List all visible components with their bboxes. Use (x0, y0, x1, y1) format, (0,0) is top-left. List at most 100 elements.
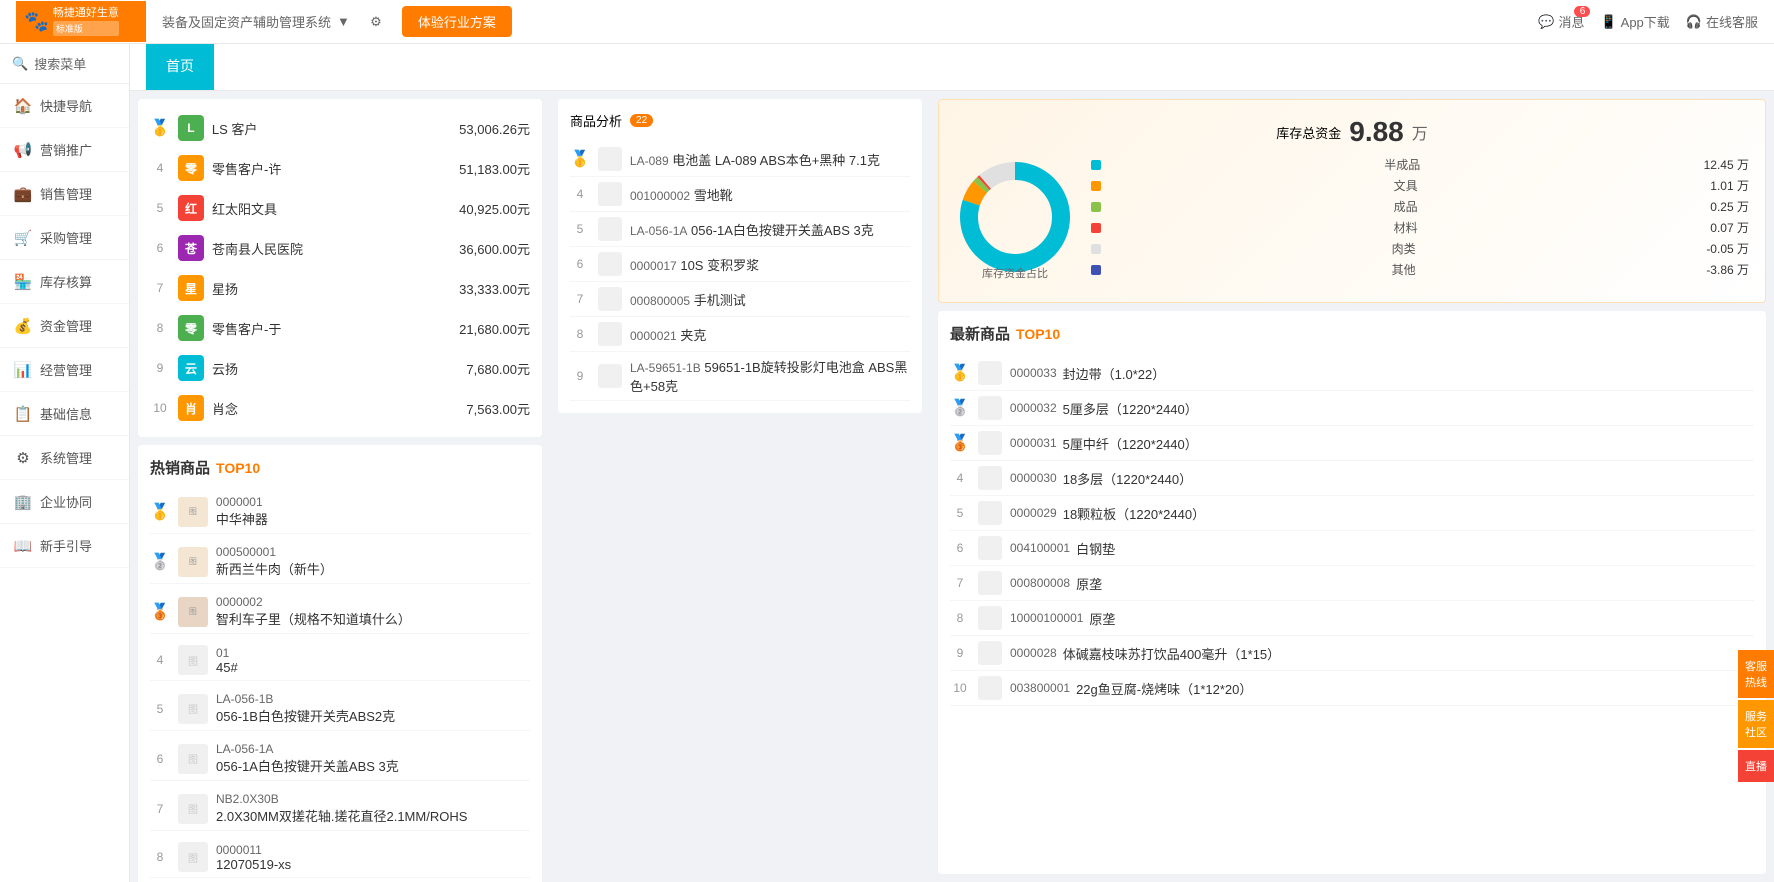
inventory-total-header: 库存总资金 9.88 万 (955, 116, 1749, 148)
legend-dot (1091, 181, 1101, 191)
inventory-item-info: 0000021 夹克 (630, 325, 910, 344)
sidebar-item-basic-info[interactable]: 📋 基础信息 (0, 392, 129, 436)
inventory-code: 0000021 (630, 329, 677, 343)
product-image: 图 (178, 597, 208, 627)
sidebar-item-guide[interactable]: 📖 新手引导 (0, 524, 129, 568)
product-item: 🥇 图 0000001 中华神器 (150, 490, 530, 534)
live-button[interactable]: 直播 (1738, 750, 1774, 782)
chart-legend: 半成品 12.45 万 文具 1.01 万 成品 0 (1091, 156, 1749, 278)
product-info: 000500001 新西兰牛肉（新牛） (216, 545, 333, 578)
inventory-item-image (598, 182, 622, 206)
medal-gold-icon: 🥇 (150, 118, 170, 138)
legend-item-chengpin: 成品 0.25 万 (1091, 198, 1749, 215)
new-product-name: 白钢垫 (1076, 539, 1115, 558)
new-product-info: 0000031 5厘中纤（1220*2440） (1010, 434, 1754, 453)
briefcase-icon: 💼 (14, 185, 32, 203)
new-product-image (978, 396, 1002, 420)
inventory-analysis-header: 商品分析 22 (570, 111, 910, 130)
product-item: 5 图 LA-056-1B 056-1B白色按键开关壳ABS2克 (150, 687, 530, 731)
product-code: LA-056-1A (216, 742, 399, 756)
inventory-code: LA-089 (630, 154, 669, 168)
new-product-name: 体碱嘉枝味苏打饮品400毫升（1*15） (1063, 644, 1280, 663)
new-product-info: 004100001 白钢垫 (1010, 539, 1754, 558)
sidebar-item-marketing[interactable]: 📢 营销推广 (0, 128, 129, 172)
inventory-total-label: 库存总资金 (1276, 123, 1341, 142)
product-name: 056-1A白色按键开关盖ABS 3克 (216, 756, 399, 775)
sidebar-item-enterprise[interactable]: 🏢 企业协同 (0, 480, 129, 524)
sidebar-item-quick-nav[interactable]: 🏠 快捷导航 (0, 84, 129, 128)
new-products-top: TOP10 (1016, 326, 1060, 342)
product-image: 图 (178, 645, 208, 675)
sidebar-item-operations[interactable]: 📊 经营管理 (0, 348, 129, 392)
medal-icon: 🥇 (150, 502, 170, 522)
rank-number: 6 (150, 752, 170, 766)
sidebar-search-section: 🔍 搜索菜单 (0, 44, 129, 84)
gear-button[interactable]: ⚙ (362, 8, 390, 36)
inventory-name: 电池盖 LA-089 ABS本色+黑种 7.1克 (672, 153, 880, 168)
rank-number: 6 (570, 257, 590, 271)
customer-rank-item: 10 肖 肖念 7,563.00元 (150, 391, 530, 425)
content-area: 首页 🥇 L LS 客户 53,006.26元 (130, 44, 1774, 882)
nav-tabs: 首页 (130, 44, 1774, 91)
system-select[interactable]: 装备及固定资产辅助管理系统 ▼ (162, 12, 350, 31)
app-download-label: App下载 (1621, 12, 1670, 31)
legend-value: 1.01 万 (1710, 177, 1749, 194)
product-image: 图 (178, 744, 208, 774)
sidebar-label-finance: 资金管理 (40, 316, 92, 335)
customer-avatar: 红 (178, 195, 204, 221)
sidebar-item-purchase[interactable]: 🛒 采购管理 (0, 216, 129, 260)
new-product-info: 0000029 18颗粒板（1220*2440） (1010, 504, 1754, 523)
inventory-item-info: 001000002 雪地靴 (630, 185, 910, 204)
legend-dot (1091, 160, 1101, 170)
product-name: 中华神器 (216, 509, 268, 528)
tab-home[interactable]: 首页 (146, 44, 214, 90)
inventory-total-unit: 万 (1412, 120, 1428, 144)
sidebar-item-sales[interactable]: 💼 销售管理 (0, 172, 129, 216)
hot-products-title: 热销商品 TOP10 (150, 457, 530, 478)
customer-service-button[interactable]: 客服 热线 (1738, 650, 1774, 698)
customer-amount: 51,183.00元 (459, 159, 530, 178)
customer-amount: 33,333.00元 (459, 279, 530, 298)
sidebar-item-finance[interactable]: 💰 资金管理 (0, 304, 129, 348)
sidebar-label-operations: 经营管理 (40, 360, 92, 379)
donut-chart: 库存资金占比 (955, 157, 1075, 277)
rank-number: 8 (150, 850, 170, 864)
customer-rank-list: 🥇 L LS 客户 53,006.26元 4 零 零售客户-许 51,183.0… (150, 111, 530, 425)
product-item: 7 图 NB2.0X30B 2.0X30MM双搓花轴.搓花直径2.1MM/ROH… (150, 787, 530, 831)
new-products-list: 🥇 0000033 封边带（1.0*22） 🥈 0000032 (950, 356, 1754, 706)
legend-dot (1091, 265, 1101, 275)
community-button[interactable]: 服务 社区 (1738, 700, 1774, 748)
medal-icon: 🥈 (950, 398, 970, 418)
new-product-code: 10000100001 (1010, 611, 1083, 625)
app-download-button[interactable]: 📱 App下载 (1600, 12, 1669, 31)
rank-number: 4 (150, 653, 170, 667)
clipboard-icon: 📋 (14, 405, 32, 423)
sidebar-item-inventory[interactable]: 🏪 库存核算 (0, 260, 129, 304)
search-menu-button[interactable]: 🔍 搜索菜单 (12, 54, 117, 73)
rank-number: 8 (950, 611, 970, 625)
legend-dot (1091, 223, 1101, 233)
trial-button[interactable]: 体验行业方案 (402, 6, 512, 37)
product-code: 0000011 (216, 843, 291, 857)
header-middle: 装备及固定资产辅助管理系统 ▼ ⚙ 体验行业方案 (146, 6, 1538, 37)
sidebar-item-system[interactable]: ⚙ 系统管理 (0, 436, 129, 480)
product-name: 12070519-xs (216, 857, 291, 872)
new-products-label: 最新商品 (950, 323, 1010, 344)
hot-products-label: 热销商品 (150, 457, 210, 478)
headset-icon: 🎧 (1686, 14, 1702, 30)
online-service-button[interactable]: 🎧 在线客服 (1686, 12, 1758, 31)
message-icon: 💬 (1538, 14, 1554, 30)
message-button[interactable]: 💬 消息 6 (1538, 12, 1584, 31)
service-label2: 热线 (1744, 674, 1768, 690)
sidebar-label-basic-info: 基础信息 (40, 404, 92, 423)
new-product-item: 9 0000028 体碱嘉枝味苏打饮品400毫升（1*15） (950, 636, 1754, 671)
new-product-name: 18多层（1220*2440） (1063, 469, 1192, 488)
legend-dot (1091, 202, 1101, 212)
inventory-item-image (598, 147, 622, 171)
legend-name: 材料 (1107, 219, 1704, 236)
inventory-code: 000800005 (630, 294, 690, 308)
new-product-item: 8 10000100001 原垄 (950, 601, 1754, 636)
inventory-item: 4 001000002 雪地靴 (570, 177, 910, 212)
community-label: 服务 (1744, 708, 1768, 724)
inventory-code: 001000002 (630, 189, 690, 203)
